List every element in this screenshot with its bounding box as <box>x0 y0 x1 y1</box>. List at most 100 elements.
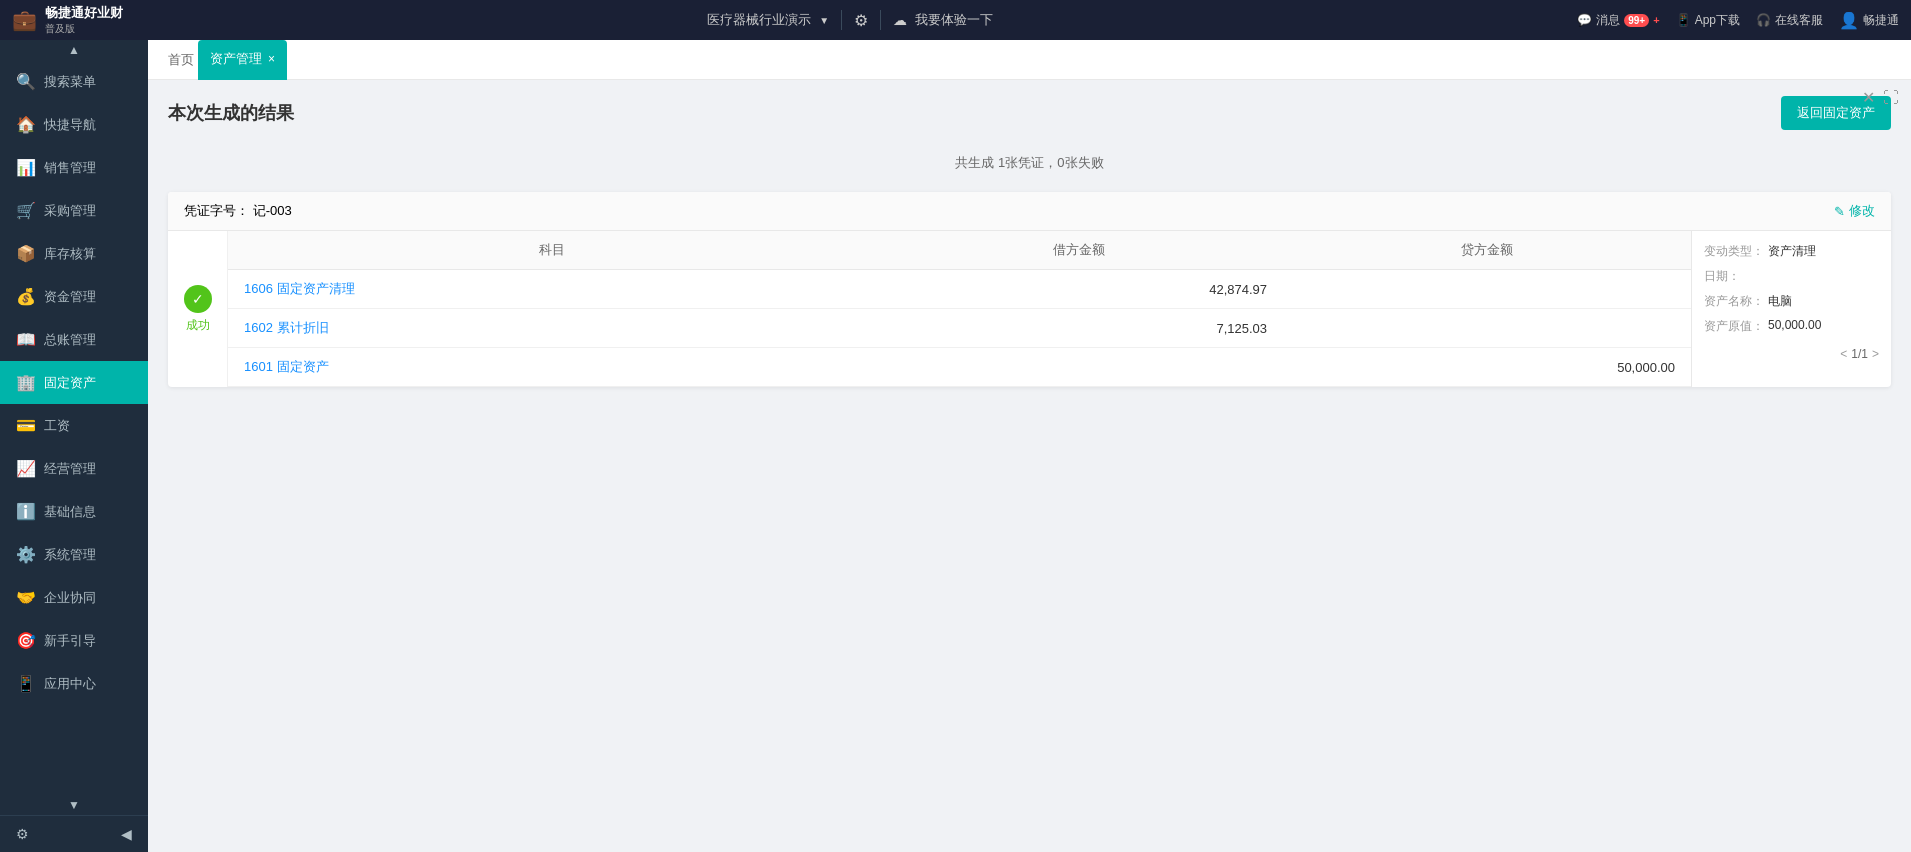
message-badge: 99+ <box>1624 14 1649 27</box>
scroll-down-arrow[interactable]: ▼ <box>0 795 148 815</box>
table-row: 1602 累计折旧 7,125.03 <box>228 309 1691 348</box>
plus-indicator: + <box>1653 14 1659 26</box>
next-page-icon[interactable]: > <box>1872 347 1879 361</box>
sidebar-label-sales: 销售管理 <box>44 159 96 177</box>
home-icon: 🏠 <box>16 115 36 134</box>
prev-page-icon[interactable]: < <box>1840 347 1847 361</box>
sidebar-item-quick-nav[interactable]: 🏠 快捷导航 <box>0 103 148 146</box>
sidebar-item-sales[interactable]: 📊 销售管理 <box>0 146 148 189</box>
dropdown-arrow-icon: ▼ <box>819 15 829 26</box>
try-label[interactable]: 我要体验一下 <box>915 11 993 29</box>
edit-icon: ✎ <box>1834 204 1845 219</box>
row3-debit <box>875 348 1283 387</box>
voucher-header: 凭证字号： 记-003 ✎ 修改 <box>168 192 1891 231</box>
app-download-item[interactable]: 📱 App下载 <box>1676 12 1740 29</box>
sidebar-item-salary[interactable]: 💳 工资 <box>0 404 148 447</box>
app-name: 畅捷通好业财 <box>45 4 123 22</box>
enterprise-icon: 🤝 <box>16 588 36 607</box>
row1-subject: 1606 固定资产清理 <box>228 270 875 309</box>
purchase-icon: 🛒 <box>16 201 36 220</box>
sidebar-item-guide[interactable]: 🎯 新手引导 <box>0 619 148 662</box>
sidebar-item-search[interactable]: 🔍 搜索菜单 <box>0 60 148 103</box>
sidebar-label-app-center: 应用中心 <box>44 675 96 693</box>
app-download-label: App下载 <box>1695 12 1740 29</box>
change-type-label: 变动类型： <box>1704 243 1764 260</box>
basic-info-icon: ℹ️ <box>16 502 36 521</box>
sidebar-item-purchase[interactable]: 🛒 采购管理 <box>0 189 148 232</box>
divider <box>841 10 842 30</box>
sidebar-item-management[interactable]: 📈 经营管理 <box>0 447 148 490</box>
voucher-number-area: 凭证字号： 记-003 <box>184 202 292 220</box>
sidebar-label-ledger: 总账管理 <box>44 331 96 349</box>
tab-bar: 首页 资产管理 × <box>148 40 1911 80</box>
message-item[interactable]: 💬 消息 99+ + <box>1577 12 1659 29</box>
sidebar-item-app-center[interactable]: 📱 应用中心 <box>0 662 148 705</box>
date-row: 日期： <box>1704 268 1879 285</box>
sidebar-item-basic-info[interactable]: ℹ️ 基础信息 <box>0 490 148 533</box>
original-value-row: 资产原值： 50,000.00 <box>1704 318 1879 335</box>
voucher-table-area: 科目 借方金额 贷方金额 1606 固定资产清理 42,874.97 <box>228 231 1691 387</box>
sidebar-collapse-icon[interactable]: ◀ <box>121 826 132 842</box>
sidebar-label-management: 经营管理 <box>44 460 96 478</box>
sales-icon: 📊 <box>16 158 36 177</box>
voucher-body: ✓ 成功 科目 借方金额 贷方金额 <box>168 231 1891 387</box>
divider2 <box>880 10 881 30</box>
voucher-right-panel: 变动类型： 资产清理 日期： 资产名称： 电脑 资产原值： <box>1691 231 1891 387</box>
date-label: 日期： <box>1704 268 1740 285</box>
table-row: 1601 固定资产 50,000.00 <box>228 348 1691 387</box>
sidebar-label-search: 搜索菜单 <box>44 73 96 91</box>
voucher-table: 科目 借方金额 贷方金额 1606 固定资产清理 42,874.97 <box>228 231 1691 387</box>
voucher-number: 记-003 <box>253 203 292 218</box>
col-subject: 科目 <box>228 231 875 270</box>
search-icon: 🔍 <box>16 72 36 91</box>
user-item[interactable]: 👤 畅捷通 <box>1839 11 1899 30</box>
change-type-row: 变动类型： 资产清理 <box>1704 243 1879 260</box>
success-icon: ✓ <box>184 285 212 313</box>
row1-debit: 42,874.97 <box>875 270 1283 309</box>
sidebar-item-enterprise[interactable]: 🤝 企业协同 <box>0 576 148 619</box>
row2-debit: 7,125.03 <box>875 309 1283 348</box>
user-name: 畅捷通 <box>1863 12 1899 29</box>
home-tab[interactable]: 首页 <box>168 51 194 69</box>
tab-close-icon[interactable]: × <box>268 52 275 66</box>
inventory-icon: 📦 <box>16 244 36 263</box>
sidebar-item-finance[interactable]: 💰 资金管理 <box>0 275 148 318</box>
company-name: 医疗器械行业演示 <box>707 11 811 29</box>
tab-asset-mgmt[interactable]: 资产管理 × <box>198 40 287 80</box>
company-selector[interactable]: 医疗器械行业演示 ▼ ⚙ ☁ 我要体验一下 <box>707 10 993 30</box>
sidebar-label-basic-info: 基础信息 <box>44 503 96 521</box>
online-service-item[interactable]: 🎧 在线客服 <box>1756 12 1823 29</box>
close-window-button[interactable]: ✕ <box>1862 88 1875 107</box>
cloud-icon: ☁ <box>893 12 907 28</box>
summary-text: 共生成 1张凭证，0张失败 <box>955 155 1103 170</box>
sidebar-item-fixed-assets[interactable]: 🏢 固定资产 <box>0 361 148 404</box>
sidebar-item-ledger[interactable]: 📖 总账管理 <box>0 318 148 361</box>
salary-icon: 💳 <box>16 416 36 435</box>
original-value-value: 50,000.00 <box>1768 318 1821 335</box>
sidebar-item-inventory[interactable]: 📦 库存核算 <box>0 232 148 275</box>
row1-credit <box>1283 270 1691 309</box>
page-header: 本次生成的结果 返回固定资产 <box>168 96 1891 130</box>
original-value-label: 资产原值： <box>1704 318 1764 335</box>
breadcrumb: 首页 <box>164 51 198 69</box>
guide-icon: 🎯 <box>16 631 36 650</box>
edit-button[interactable]: ✎ 修改 <box>1834 202 1875 220</box>
asset-name-value: 电脑 <box>1768 293 1792 310</box>
row2-credit <box>1283 309 1691 348</box>
app-version: 普及版 <box>45 22 123 36</box>
sidebar-bottom: ⚙ ◀ <box>0 815 148 852</box>
scroll-up-arrow[interactable]: ▲ <box>0 40 148 60</box>
sidebar-label-purchase: 采购管理 <box>44 202 96 220</box>
page-title: 本次生成的结果 <box>168 101 294 125</box>
table-header-row: 科目 借方金额 贷方金额 <box>228 231 1691 270</box>
row3-credit: 50,000.00 <box>1283 348 1691 387</box>
sidebar-settings-icon[interactable]: ⚙ <box>16 826 29 842</box>
edit-label: 修改 <box>1849 202 1875 220</box>
asset-name-label: 资产名称： <box>1704 293 1764 310</box>
ledger-icon: 📖 <box>16 330 36 349</box>
settings-icon[interactable]: ⚙ <box>854 11 868 30</box>
expand-window-button[interactable]: ⛶ <box>1883 88 1899 107</box>
row3-subject: 1601 固定资产 <box>228 348 875 387</box>
sidebar-item-system[interactable]: ⚙️ 系统管理 <box>0 533 148 576</box>
user-icon: 👤 <box>1839 11 1859 30</box>
